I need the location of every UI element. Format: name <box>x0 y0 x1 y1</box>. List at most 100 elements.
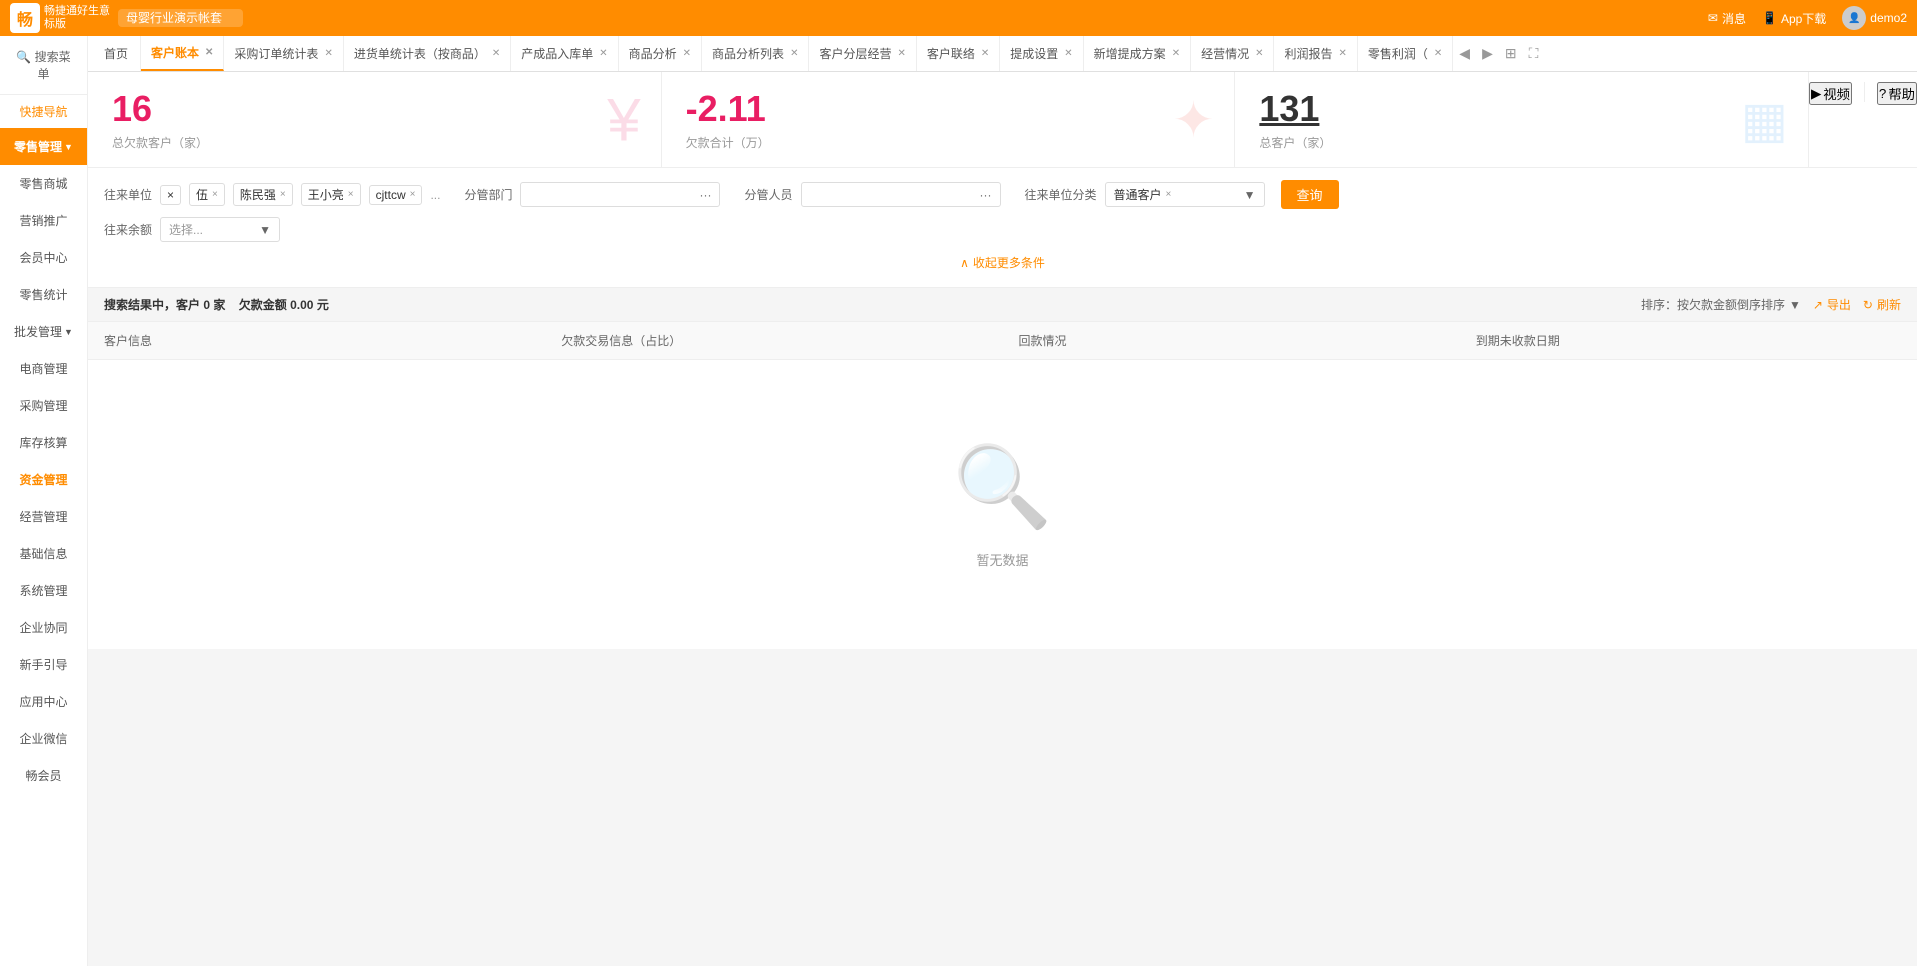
org-selector-wrapper[interactable]: 母婴行业演示帐套 <box>118 9 243 27</box>
filter-balance-select[interactable]: 选择... ▼ <box>160 217 280 242</box>
sidebar: 🔍 搜索菜单 快捷导航 零售管理 ▼ 零售商城 营销推广 会员中心 零售统计 <box>0 36 88 966</box>
collapse-button[interactable]: ∧ 收起更多条件 <box>104 250 1901 275</box>
tab-scroll-left[interactable]: ◀ <box>1453 45 1476 62</box>
tab-produce-inbound[interactable]: 产成品入库单 ✕ <box>511 36 618 71</box>
sidebar-item-enterprise-wechat-label: 企业微信 <box>19 732 67 746</box>
sidebar-item-system[interactable]: 系统管理 <box>0 572 87 609</box>
filter-tag-ordinary-close[interactable]: × <box>1166 189 1172 200</box>
chevron-down-icon-sort: ▼ <box>1789 298 1801 312</box>
filter-tag-cjttcw-close[interactable]: × <box>410 189 416 200</box>
filter-manager-select[interactable]: ··· <box>801 182 1001 207</box>
tab-close-reminder-settings[interactable]: ✕ <box>1064 48 1072 59</box>
sidebar-item-retail-stats[interactable]: 零售统计 <box>0 276 87 313</box>
messages-button[interactable]: ✉ 消息 <box>1708 10 1746 27</box>
sidebar-item-inventory[interactable]: 库存核算 <box>0 424 87 461</box>
tab-business-situation[interactable]: 经营情况 ✕ <box>1191 36 1274 71</box>
tab-close-retail-profit[interactable]: ✕ <box>1434 48 1442 59</box>
tab-close-add-achievement[interactable]: ✕ <box>1172 48 1180 59</box>
org-selector[interactable]: 母婴行业演示帐套 <box>118 9 243 27</box>
user-profile[interactable]: 👤 demo2 <box>1842 6 1907 30</box>
tab-close-product-analysis[interactable]: ✕ <box>683 48 691 59</box>
filter-tag-ordinary-label: 普通客户 <box>1114 186 1162 203</box>
sidebar-item-ecommerce[interactable]: 电商管理 <box>0 350 87 387</box>
filter-unit-label: 往来单位 <box>104 186 152 203</box>
help-button[interactable]: ? 帮助 <box>1877 82 1917 105</box>
sidebar-item-wholesale[interactable]: 批发管理 ▼ <box>0 313 87 350</box>
filter-row-1: 往来单位 × 伍 × 陈民强 × 王小亮 <box>104 180 1901 209</box>
sidebar-item-basic-info[interactable]: 基础信息 <box>0 535 87 572</box>
sidebar-item-capital[interactable]: 资金管理 <box>0 461 87 498</box>
filter-category-label: 往来单位分类 <box>1025 186 1097 203</box>
sidebar-item-purchase-label: 采购管理 <box>19 399 67 413</box>
stat-block-amount: ✦ -2.11 欠款合计（万） <box>662 72 1236 167</box>
sidebar-item-vip[interactable]: 畅会员 <box>0 757 87 794</box>
tab-scroll-right[interactable]: ▶ <box>1476 45 1499 62</box>
filter-more-tags[interactable]: ... <box>430 188 440 202</box>
sidebar-item-basic-info-label: 基础信息 <box>19 547 67 561</box>
filter-dept-select[interactable]: ··· <box>520 182 720 207</box>
filter-tag-chen-close[interactable]: × <box>280 189 286 200</box>
avatar: 👤 <box>1842 6 1866 30</box>
sidebar-item-member[interactable]: 会员中心 <box>0 239 87 276</box>
filter-tag-wu-close[interactable]: × <box>212 189 218 200</box>
refresh-button[interactable]: ↻ 刷新 <box>1863 296 1901 313</box>
tab-inbound-stats[interactable]: 进货单统计表（按商品） ✕ <box>344 36 511 71</box>
tab-customer-contact[interactable]: 客户联络 ✕ <box>917 36 1000 71</box>
tab-add-achievement[interactable]: 新增提成方案 ✕ <box>1084 36 1191 71</box>
tab-profit-report[interactable]: 利润报告 ✕ <box>1274 36 1357 71</box>
sidebar-item-enterprise-wechat[interactable]: 企业微信 <box>0 720 87 757</box>
sidebar-item-retail-mall[interactable]: 零售商城 <box>0 165 87 202</box>
tab-close-customer-segment[interactable]: ✕ <box>897 48 905 59</box>
tab-close-customers[interactable]: ✕ <box>205 47 213 58</box>
stat-actions: ▶ 视频 ? 帮助 <box>1809 72 1917 167</box>
tab-more[interactable]: ⊞ <box>1499 45 1523 62</box>
video-button[interactable]: ▶ 视频 <box>1809 82 1852 105</box>
download-icon: 📱 <box>1762 11 1777 25</box>
tab-customer-segment[interactable]: 客户分层经营 ✕ <box>809 36 916 71</box>
tab-close-produce-inbound[interactable]: ✕ <box>599 48 607 59</box>
export-button[interactable]: ↗ 导出 <box>1813 296 1851 313</box>
tab-customers[interactable]: 客户账本 ✕ <box>141 36 224 71</box>
sidebar-item-retail[interactable]: 零售管理 ▼ <box>0 128 87 165</box>
stat-block-total-customers: ▦ 131 总客户（家） <box>1235 72 1809 167</box>
tab-home[interactable]: 首页 <box>92 36 141 71</box>
tab-close-customer-contact[interactable]: ✕ <box>981 48 989 59</box>
tab-product-analysis[interactable]: 商品分析 ✕ <box>619 36 702 71</box>
query-button[interactable]: 查询 <box>1281 180 1339 209</box>
search-icon: 🔍 <box>16 50 31 64</box>
sidebar-item-retail-mall-label: 零售商城 <box>19 177 67 191</box>
tab-close-product-analysis-list[interactable]: ✕ <box>790 48 798 59</box>
filter-balance-placeholder: 选择... <box>169 221 255 238</box>
tab-reminder-settings[interactable]: 提成设置 ✕ <box>1000 36 1083 71</box>
app-download-button[interactable]: 📱 App下载 <box>1762 10 1826 27</box>
sidebar-item-app-center-label: 应用中心 <box>19 695 67 709</box>
tab-fullscreen[interactable]: ⛶ <box>1523 45 1545 62</box>
tab-close-purchase-orders[interactable]: ✕ <box>324 48 332 59</box>
sort-select[interactable]: 排序：按欠款金额倒序排序 ▼ <box>1641 296 1801 313</box>
stat-icon-customers: ¥ <box>607 85 640 154</box>
sidebar-item-app-center[interactable]: 应用中心 <box>0 683 87 720</box>
stat-icon-total-customers: ▦ <box>1741 91 1788 149</box>
sidebar-item-new-guide[interactable]: 新手引导 <box>0 646 87 683</box>
stats-row: ¥ 16 总欠款客户（家） ✦ -2.11 欠款合计（万） <box>88 72 1917 168</box>
sidebar-item-vip-label: 畅会员 <box>25 769 61 783</box>
sidebar-item-enterprise-coop[interactable]: 企业协同 <box>0 609 87 646</box>
filter-dept-value <box>529 186 695 203</box>
sidebar-item-retail-stats-label: 零售统计 <box>19 288 67 302</box>
sidebar-item-marketing-label: 营销推广 <box>19 214 67 228</box>
tab-close-inbound-stats[interactable]: ✕ <box>492 48 500 59</box>
filter-tag-wang-close[interactable]: × <box>348 189 354 200</box>
search-menu-button[interactable]: 🔍 搜索菜单 <box>8 44 79 86</box>
quick-nav-button[interactable]: 快捷导航 <box>0 95 87 128</box>
filter-category-select[interactable]: 普通客户 × ▼ <box>1105 182 1265 207</box>
tab-retail-profit[interactable]: 零售利润（ ✕ <box>1358 36 1453 71</box>
tab-close-business-situation[interactable]: ✕ <box>1255 48 1263 59</box>
tab-close-profit-report[interactable]: ✕ <box>1339 48 1347 59</box>
tab-purchase-orders[interactable]: 采购订单统计表 ✕ <box>224 36 343 71</box>
sidebar-item-purchase[interactable]: 采购管理 <box>0 387 87 424</box>
divider <box>1864 82 1865 102</box>
sidebar-item-marketing[interactable]: 营销推广 <box>0 202 87 239</box>
sidebar-item-operations[interactable]: 经营管理 <box>0 498 87 535</box>
tab-bar: 首页 客户账本 ✕ 采购订单统计表 ✕ 进货单统计表（按商品） ✕ 产成品入库单… <box>88 36 1917 72</box>
tab-product-analysis-list[interactable]: 商品分析列表 ✕ <box>702 36 809 71</box>
